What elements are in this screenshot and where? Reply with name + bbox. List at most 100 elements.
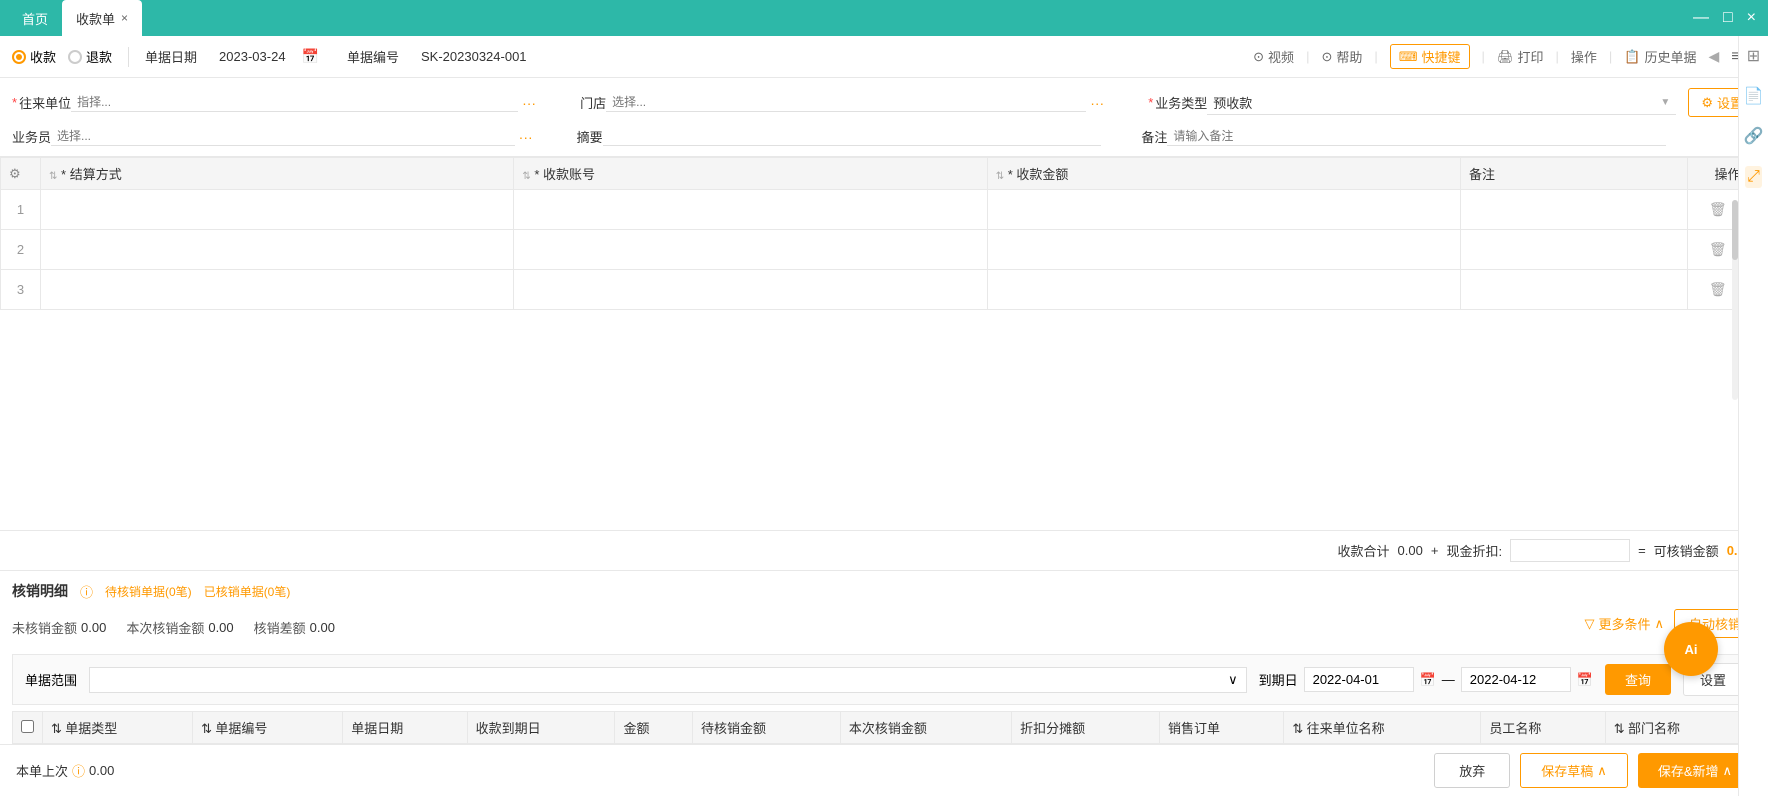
tab-home-label: 首页 [22, 9, 48, 28]
video-btn[interactable]: ⊙ 视频 [1253, 47, 1294, 66]
save-new-button[interactable]: 保存&新增 ∧ [1638, 753, 1752, 788]
biz-type-select[interactable]: 预收款 ▼ [1207, 91, 1676, 115]
staff-input[interactable] [51, 127, 515, 146]
counterpart-more-icon[interactable]: ··· [518, 95, 540, 111]
last-label: 本单上次 [16, 761, 68, 780]
th-settle-label: * [61, 167, 66, 182]
th-gear[interactable]: ⚙ [1, 158, 41, 190]
store-more-icon[interactable]: ··· [1086, 95, 1108, 111]
done-tab[interactable]: 已核销单据(0笔) [204, 583, 291, 600]
sidebar-expand-icon[interactable]: ⤢ [1745, 166, 1762, 188]
date-from-input[interactable] [1304, 667, 1414, 692]
history-btn[interactable]: 📋 历史单据 [1624, 47, 1696, 66]
form-area: * 往来单位 ··· 门店 ··· * 业务类型 预收款 ▼ [0, 78, 1768, 157]
close-icon[interactable]: × [1743, 7, 1760, 29]
tab-receipt[interactable]: 收款单 × [62, 0, 142, 36]
td-account-1[interactable] [514, 190, 987, 230]
td-settle-3[interactable] [41, 270, 514, 310]
ai-button[interactable]: Ai [1664, 622, 1718, 676]
row-num-1: 1 [1, 190, 41, 230]
toolbar: 收款 退款 单据日期 2023-03-24 📅 单据编号 SK-20230324… [0, 36, 1768, 78]
store-field: 门店 ··· [580, 93, 1108, 112]
biz-type-field: * 业务类型 预收款 ▼ [1148, 91, 1676, 115]
sidebar-link-icon[interactable]: 🔗 [1744, 126, 1764, 146]
calendar-from-icon[interactable]: 📅 [1420, 672, 1436, 688]
delete-icon-2[interactable]: 🗑 [1709, 241, 1727, 257]
radio-refund-circle [68, 50, 82, 64]
table-header-row: ⚙ ⇅ * 结算方式 ⇅ * 收款账号 ⇅ * 收款 [1, 158, 1768, 190]
unverified-value: 0.00 [81, 620, 106, 635]
table-row: 2 🗑 ⊕ [1, 230, 1768, 270]
summary-label: 摘要 [577, 127, 603, 146]
radio-receipt[interactable]: 收款 [12, 47, 56, 66]
td-account-3[interactable] [514, 270, 987, 310]
td-amount-2[interactable] [987, 230, 1460, 270]
date-label: 单据日期 [145, 47, 197, 66]
select-all-checkbox[interactable] [21, 720, 34, 733]
th-staff: 员工名称 [1481, 712, 1605, 744]
delete-icon-3[interactable]: 🗑 [1709, 281, 1727, 297]
staff-label: 业务员 [12, 127, 51, 146]
toolbar-actions: ⊙ 视频 | ⊙ 帮助 | ⌨ 快捷键 | 🖨 打印 | 操作 | [1253, 44, 1756, 69]
nav-prev-icon[interactable]: ◀ [1708, 48, 1719, 65]
td-remarks-1[interactable] [1461, 190, 1688, 230]
maximize-icon[interactable]: □ [1719, 7, 1737, 29]
th-amount: ⇅ * 收款金额 [987, 158, 1460, 190]
th-doc-date: 单据日期 [343, 712, 467, 744]
video-icon: ⊙ [1253, 49, 1264, 65]
staff-more-icon[interactable]: ··· [515, 129, 537, 145]
td-amount-1[interactable] [987, 190, 1460, 230]
equals-sign: = [1638, 543, 1646, 558]
date-to-input[interactable] [1461, 667, 1571, 692]
shortcut-btn[interactable]: ⌨ 快捷键 [1390, 44, 1470, 69]
radio-refund[interactable]: 退款 [68, 47, 112, 66]
query-button[interactable]: 查询 [1605, 664, 1671, 695]
footer-actions: 放弃 保存草稿 ∧ 保存&新增 ∧ [1434, 753, 1752, 788]
verify-info-icon[interactable]: ⓘ [80, 582, 93, 601]
more-conditions-btn[interactable]: ▽ 更多条件 ∧ [1584, 614, 1664, 633]
td-account-2[interactable] [514, 230, 987, 270]
bottom-table-header: ⇅ 单据类型 ⇅ 单据编号 单据日期 收款到期日 [13, 712, 1756, 744]
discount-input[interactable] [1510, 539, 1630, 562]
calendar-icon[interactable]: 📅 [302, 48, 319, 65]
bottom-table: ⇅ 单据类型 ⇅ 单据编号 单据日期 收款到期日 [12, 711, 1756, 744]
unverified-stat: 未核销金额 0.00 [12, 618, 106, 637]
date-field: 到期日 📅 — 📅 [1259, 667, 1593, 692]
td-settle-2[interactable] [41, 230, 514, 270]
sidebar-table-icon[interactable]: ⊞ [1747, 46, 1760, 66]
summary-input[interactable] [603, 127, 1102, 146]
td-amount-3[interactable] [987, 270, 1460, 310]
th-checkbox[interactable] [13, 712, 43, 744]
required-star: * [12, 95, 17, 110]
save-draft-button[interactable]: 保存草稿 ∧ [1520, 753, 1628, 788]
delete-icon-1[interactable]: 🗑 [1709, 201, 1727, 217]
th-current: 本次核销金额 [840, 712, 1011, 744]
last-info-icon[interactable]: ⓘ [72, 761, 85, 780]
save-new-arrow: ∧ [1722, 763, 1732, 779]
counterpart-input[interactable] [71, 93, 518, 112]
counterpart-field: * 往来单位 ··· [12, 93, 540, 112]
abandon-button[interactable]: 放弃 [1434, 753, 1510, 788]
th-counterpart: ⇅ 往来单位名称 [1284, 712, 1481, 744]
biz-type-value: 预收款 [1213, 93, 1660, 112]
th-pending: 待核销金额 [693, 712, 841, 744]
help-btn[interactable]: ⊙ 帮助 [1321, 47, 1362, 66]
minimize-icon[interactable]: — [1689, 7, 1713, 29]
total-label: 收款合计 [1338, 541, 1390, 560]
td-remarks-3[interactable] [1461, 270, 1688, 310]
receipt-table-container: ⚙ ⇅ * 结算方式 ⇅ * 收款账号 ⇅ * 收款 [0, 157, 1768, 531]
td-settle-1[interactable] [41, 190, 514, 230]
remarks-input[interactable] [1167, 127, 1666, 146]
print-btn[interactable]: 🖨 打印 [1497, 47, 1544, 66]
pending-tab[interactable]: 待核销单据(0笔) [105, 583, 192, 600]
tab-close-icon[interactable]: × [121, 11, 128, 25]
main-content: 收款 退款 单据日期 2023-03-24 📅 单据编号 SK-20230324… [0, 36, 1768, 796]
range-dropdown[interactable]: ∨ [89, 667, 1247, 693]
nav-arrows: ◀ [1708, 48, 1719, 65]
td-remarks-2[interactable] [1461, 230, 1688, 270]
ops-btn[interactable]: 操作 [1571, 47, 1597, 66]
calendar-to-icon[interactable]: 📅 [1577, 672, 1593, 688]
store-input[interactable] [606, 93, 1086, 112]
tab-home[interactable]: 首页 [8, 0, 62, 36]
sidebar-doc-icon[interactable]: 📄 [1744, 86, 1764, 106]
